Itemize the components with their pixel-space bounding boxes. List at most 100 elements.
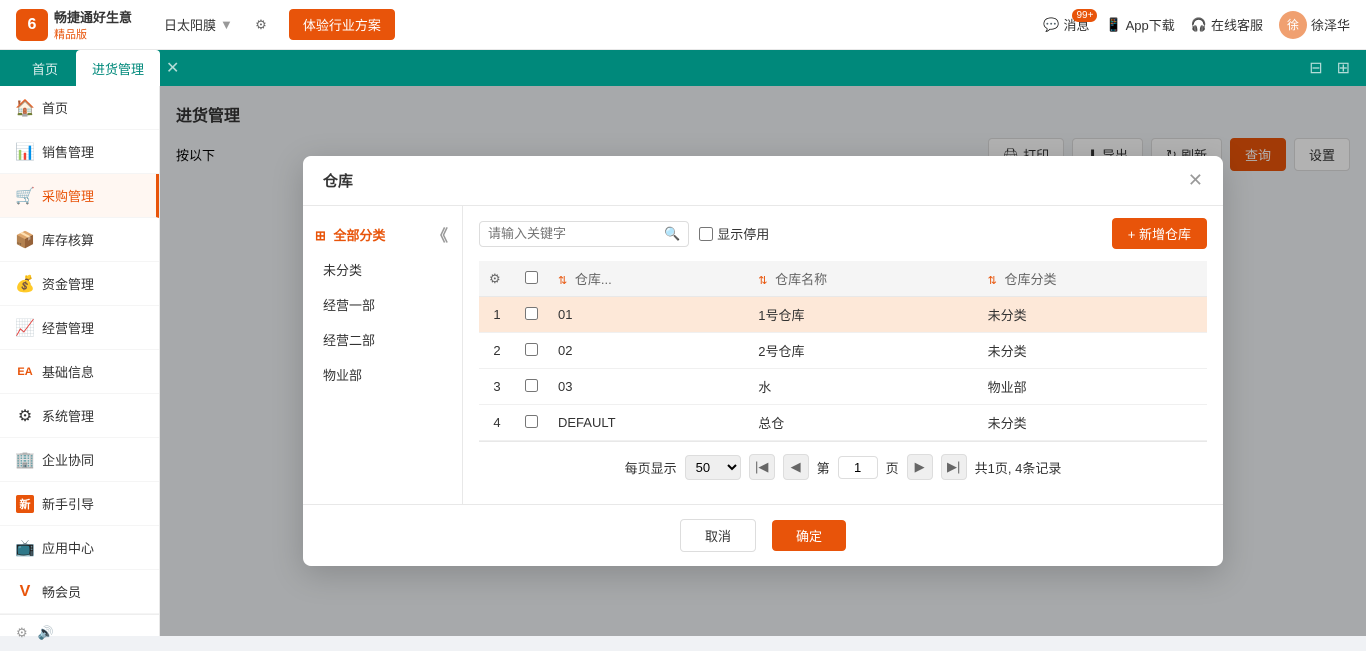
search-input-wrap[interactable]: 🔍 <box>479 221 689 247</box>
sidebar-label-membership: 畅会员 <box>42 582 81 601</box>
confirm-button[interactable]: 确定 <box>772 520 846 551</box>
sidebar-item-finance[interactable]: 💰 资金管理 <box>0 262 159 306</box>
sidebar-label-inventory: 库存核算 <box>42 230 94 249</box>
collapse-icon[interactable]: 《 <box>430 224 450 244</box>
category-grid-icon: ⊞ <box>315 228 326 243</box>
page-next-button[interactable]: ▶ <box>907 454 933 480</box>
table-row[interactable]: 2 02 2号仓库 未分类 <box>479 333 1207 369</box>
sort-icon-cat: ⇅ <box>988 275 997 287</box>
sidebar-label-finance: 资金管理 <box>42 274 94 293</box>
row-checkbox-cell[interactable] <box>515 369 548 405</box>
sidebar-item-sales[interactable]: 📊 销售管理 <box>0 130 159 174</box>
category-item-unclassified[interactable]: 未分类 <box>303 252 462 287</box>
tab-purchase[interactable]: 进货管理 <box>76 50 160 86</box>
content-area: 进货管理 按以下 🖨 打印 ⬇ 导出 ↻ 刷新 查询 设置 <box>160 86 1366 636</box>
expand-icon[interactable]: ⊞ <box>1337 58 1350 78</box>
tab-home[interactable]: 首页 <box>16 50 74 86</box>
sidebar-item-basic[interactable]: EA 基础信息 <box>0 350 159 394</box>
show-disabled-checkbox[interactable] <box>699 227 713 241</box>
row-checkbox[interactable] <box>525 415 538 428</box>
sidebar-item-membership[interactable]: V 畅会员 <box>0 570 159 614</box>
purchase-icon: 🛒 <box>16 187 34 205</box>
volume-icon[interactable]: 🔊 <box>38 625 54 641</box>
search-input[interactable] <box>488 226 664 241</box>
row-category: 未分类 <box>978 333 1207 369</box>
row-actions[interactable]: 1 <box>479 297 515 333</box>
avatar: 徐 <box>1279 11 1307 39</box>
appcenter-icon: 📺 <box>16 539 34 557</box>
table-header-row: ⚙ ⇅ 仓库... <box>479 261 1207 297</box>
sidebar-item-home[interactable]: 🏠 首页 <box>0 86 159 130</box>
row-checkbox-cell[interactable] <box>515 297 548 333</box>
row-name: 1号仓库 <box>748 297 977 333</box>
category-all-label: 全部分类 <box>334 228 386 243</box>
select-all-checkbox[interactable] <box>525 271 538 284</box>
row-checkbox-cell[interactable] <box>515 405 548 441</box>
finance-icon: 💰 <box>16 275 34 293</box>
logo-icon: 6 <box>16 9 48 41</box>
sidebar-label-appcenter: 应用中心 <box>42 538 94 557</box>
settings-icon[interactable]: ⚙ <box>245 9 277 41</box>
dialog-footer: 取消 确定 <box>303 504 1223 566</box>
row-checkbox-cell[interactable] <box>515 333 548 369</box>
row-code: DEFAULT <box>548 405 748 441</box>
add-warehouse-button[interactable]: + 新增仓库 <box>1112 218 1207 249</box>
sidebar-item-guide[interactable]: 新 新手引导 <box>0 482 159 526</box>
page-last-button[interactable]: ▶| <box>941 454 967 480</box>
table-area: 🔍 显示停用 + 新增仓库 <box>463 206 1223 504</box>
show-disabled-text: 显示停用 <box>717 224 769 243</box>
row-name: 2号仓库 <box>748 333 977 369</box>
app-download-button[interactable]: 📱 App下载 <box>1105 15 1174 34</box>
category-sidebar: ⊞ 全部分类 《 未分类 经营一部 经营二部 物业部 <box>303 206 463 504</box>
sidebar-item-inventory[interactable]: 📦 库存核算 <box>0 218 159 262</box>
settings-bottom-icon[interactable]: ⚙ <box>16 625 28 641</box>
row-actions[interactable]: 2 <box>479 333 515 369</box>
sidebar-label-purchase: 采购管理 <box>42 186 94 205</box>
enterprise-icon: 🏢 <box>16 451 34 469</box>
category-header[interactable]: ⊞ 全部分类 《 <box>303 216 462 252</box>
row-actions[interactable]: 3 <box>479 369 515 405</box>
page-first-button[interactable]: |◀ <box>749 454 775 480</box>
search-icon: 🔍 <box>664 226 680 242</box>
dialog-close-button[interactable]: ✕ <box>1188 170 1203 191</box>
category-item-property[interactable]: 物业部 <box>303 357 462 392</box>
row-name: 水 <box>748 369 977 405</box>
online-service-button[interactable]: 🎧 在线客服 <box>1191 15 1263 34</box>
row-code: 01 <box>548 297 748 333</box>
row-checkbox[interactable] <box>525 343 538 356</box>
show-disabled-label[interactable]: 显示停用 <box>699 224 769 243</box>
row-checkbox[interactable] <box>525 379 538 392</box>
page-prev-button[interactable]: ◀ <box>783 454 809 480</box>
category-item-dept2[interactable]: 经营二部 <box>303 322 462 357</box>
message-button[interactable]: 💬 消息 99+ <box>1043 15 1089 34</box>
close-tab-icon[interactable]: ✕ <box>166 58 179 78</box>
category-item-dept1[interactable]: 经营一部 <box>303 287 462 322</box>
sidebar-item-operations[interactable]: 📈 经营管理 <box>0 306 159 350</box>
dialog-header: 仓库 ✕ <box>303 156 1223 206</box>
sidebar-item-purchase[interactable]: 🛒 采购管理 <box>0 174 159 218</box>
row-actions[interactable]: 4 <box>479 405 515 441</box>
col-header-settings[interactable]: ⚙ <box>479 261 515 297</box>
minimize-icon[interactable]: ⊟ <box>1309 58 1322 78</box>
trial-button[interactable]: 体验行业方案 <box>289 9 395 40</box>
store-selector[interactable]: 日太阳膜 ▼ <box>164 15 233 34</box>
user-menu[interactable]: 徐 徐泽华 <box>1279 11 1350 39</box>
col-header-check[interactable] <box>515 261 548 297</box>
page-number-input[interactable] <box>838 456 878 479</box>
table-row[interactable]: 1 01 1号仓库 未分类 <box>479 297 1207 333</box>
sidebar-item-appcenter[interactable]: 📺 应用中心 <box>0 526 159 570</box>
pagination: 每页显示 50 100 200 |◀ ◀ 第 页 ▶ <box>479 441 1207 492</box>
warehouse-table: ⚙ ⇅ 仓库... <box>479 261 1207 441</box>
row-checkbox[interactable] <box>525 307 538 320</box>
per-page-select[interactable]: 50 100 200 <box>685 455 741 480</box>
online-service-label: 在线客服 <box>1211 15 1263 34</box>
sidebar-item-system[interactable]: ⚙ 系统管理 <box>0 394 159 438</box>
cancel-button[interactable]: 取消 <box>680 519 756 552</box>
sales-icon: 📊 <box>16 143 34 161</box>
message-icon: 💬 <box>1043 17 1059 33</box>
sidebar-label-basic: 基础信息 <box>42 362 94 381</box>
row-name: 总仓 <box>748 405 977 441</box>
sidebar-item-enterprise[interactable]: 🏢 企业协同 <box>0 438 159 482</box>
table-row[interactable]: 3 03 水 物业部 <box>479 369 1207 405</box>
table-row[interactable]: 4 DEFAULT 总仓 未分类 <box>479 405 1207 441</box>
